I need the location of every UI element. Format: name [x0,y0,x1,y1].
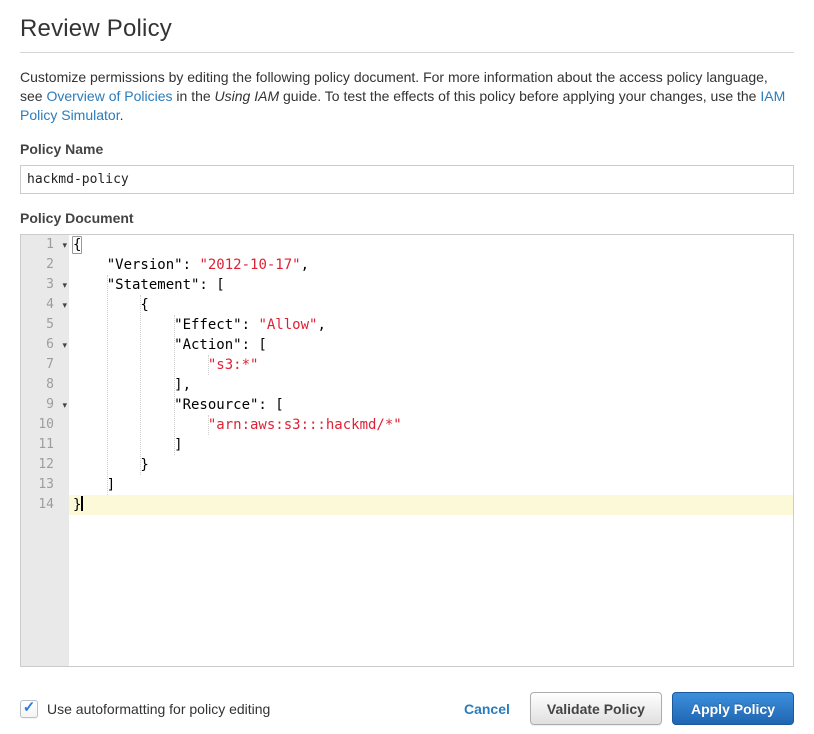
review-policy-page: Review Policy Customize permissions by e… [0,15,814,725]
validate-policy-button[interactable]: Validate Policy [530,692,662,725]
code-line[interactable]: } [69,495,793,515]
gutter-line-number: 10 [21,415,69,435]
json-string-value: "2012-10-17" [199,257,300,273]
autoformat-checkbox[interactable]: ✓ [20,700,38,718]
code-line[interactable]: "arn:aws:s3:::hackmd/*" [73,415,793,435]
code-line[interactable]: { [73,295,793,315]
json-code-text: , [317,317,325,333]
gutter-line-number: 11 [21,435,69,455]
policy-document-editor[interactable]: 1▾23▾4▾56▾789▾1011121314 { "Version": "2… [20,234,794,667]
fold-arrow-icon[interactable]: ▾ [62,235,67,255]
fold-arrow-icon[interactable]: ▾ [62,395,67,415]
gutter-line-number: 7 [21,355,69,375]
header-divider [20,52,794,53]
gutter-line-number: 13 [21,475,69,495]
footer-bar: ✓ Use autoformatting for policy editing … [20,692,794,725]
json-code-text: ], [73,377,191,393]
action-buttons: Cancel Validate Policy Apply Policy [464,692,794,725]
page-title: Review Policy [20,15,794,43]
code-line[interactable]: "Effect": "Allow", [73,315,793,335]
fold-arrow-icon[interactable]: ▾ [62,335,67,355]
json-code-text: "Effect": [73,317,258,333]
editor-gutter: 1▾23▾4▾56▾789▾1011121314 [21,235,69,666]
json-code-text [73,417,208,433]
code-line[interactable]: "Action": [ [73,335,793,355]
gutter-line-number: 8 [21,375,69,395]
intro-part-3: guide. To test the effects of this polic… [279,88,760,104]
code-line[interactable]: "Resource": [ [73,395,793,415]
json-code-text: , [301,257,309,273]
overview-of-policies-link[interactable]: Overview of Policies [46,88,172,104]
policy-document-label: Policy Document [20,210,794,226]
json-code-text: "Resource": [ [73,397,284,413]
apply-policy-button[interactable]: Apply Policy [672,692,794,725]
json-code-text [73,357,208,373]
gutter-line-number: 6▾ [21,335,69,355]
autoformat-option[interactable]: ✓ Use autoformatting for policy editing [20,700,270,718]
checkmark-icon: ✓ [23,700,36,715]
json-code-text: ] [73,437,183,453]
code-line[interactable]: { [73,235,793,255]
policy-name-input[interactable] [20,165,794,194]
fold-arrow-icon[interactable]: ▾ [62,295,67,315]
code-line[interactable]: "Statement": [ [73,275,793,295]
gutter-line-number: 9▾ [21,395,69,415]
json-code-text: } [73,497,81,513]
fold-arrow-icon[interactable]: ▾ [62,275,67,295]
json-code-text: { [73,297,149,313]
intro-part-2: in the [173,88,215,104]
gutter-line-number: 14 [21,495,69,515]
gutter-line-number: 4▾ [21,295,69,315]
code-line[interactable]: "Version": "2012-10-17", [73,255,793,275]
gutter-line-number: 2 [21,255,69,275]
json-string-value: "Allow" [258,317,317,333]
json-code-text: "Version": [73,257,199,273]
json-string-value: "s3:*" [208,357,259,373]
json-code-text: } [73,457,149,473]
policy-name-label: Policy Name [20,141,794,157]
text-cursor [81,496,83,511]
intro-text: Customize permissions by editing the fol… [20,68,794,125]
autoformat-label: Use autoformatting for policy editing [47,701,270,717]
json-code-text: "Statement": [ [73,277,225,293]
code-line[interactable]: ] [73,435,793,455]
json-string-value: "arn:aws:s3:::hackmd/*" [208,417,402,433]
intro-part-4: . [120,107,124,123]
code-line[interactable]: "s3:*" [73,355,793,375]
json-code-text: ] [73,477,115,493]
editor-code[interactable]: { "Version": "2012-10-17", "Statement": … [69,235,793,666]
code-line[interactable]: } [73,455,793,475]
gutter-line-number: 12 [21,455,69,475]
json-code-text: "Action": [ [73,337,267,353]
cancel-link[interactable]: Cancel [464,701,510,717]
json-code-text: { [72,236,82,254]
gutter-line-number: 5 [21,315,69,335]
gutter-line-number: 1▾ [21,235,69,255]
code-line[interactable]: ] [73,475,793,495]
gutter-line-number: 3▾ [21,275,69,295]
using-iam-text: Using IAM [215,88,280,104]
code-line[interactable]: ], [73,375,793,395]
